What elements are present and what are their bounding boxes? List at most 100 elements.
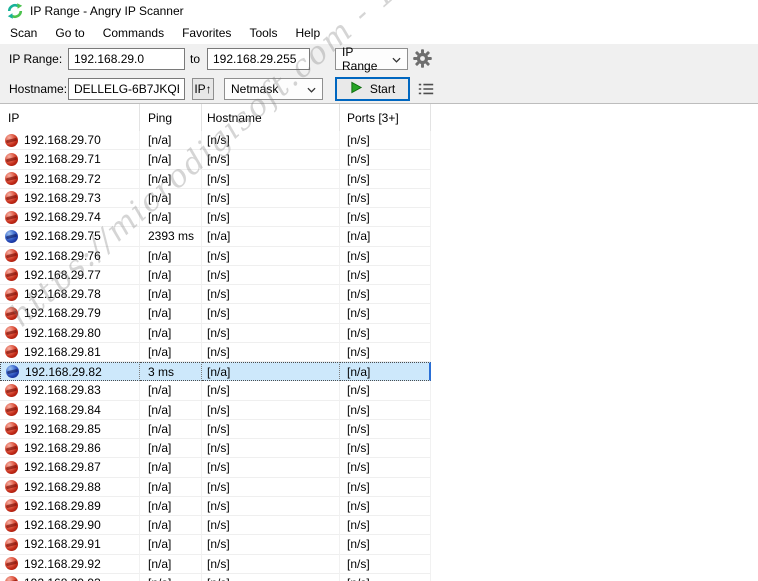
table-row[interactable]: 192.168.29.85 [n/a] [n/s] [n/s]	[0, 419, 758, 439]
table-row[interactable]: 192.168.29.75 2393 ms [n/a] [n/a]	[0, 227, 758, 247]
table-row[interactable]: 192.168.29.87 [n/a] [n/s] [n/s]	[0, 458, 758, 478]
ping-cell: 2393 ms	[140, 227, 202, 247]
table-row[interactable]: 192.168.29.89 [n/a] [n/s] [n/s]	[0, 496, 758, 516]
ip-cell: 192.168.29.89	[24, 498, 101, 513]
hostname-cell: [n/s]	[202, 477, 340, 497]
host-status-orb-icon	[5, 306, 18, 320]
ip-from-input[interactable]	[68, 48, 185, 70]
table-row[interactable]: 192.168.29.90 [n/a] [n/s] [n/s]	[0, 516, 758, 536]
ping-cell: [n/a]	[140, 554, 202, 574]
toolbar: IP Range: to IP Range	[0, 44, 758, 104]
preferences-gear-button[interactable]	[413, 49, 432, 68]
ports-cell: [n/s]	[340, 265, 431, 285]
fetchers-button[interactable]	[418, 82, 434, 96]
table-row[interactable]: 192.168.29.93 [n/a] [n/s] [n/s]	[0, 573, 758, 581]
menu-scan[interactable]: Scan	[1, 23, 46, 43]
start-button[interactable]: Start	[335, 77, 410, 101]
row-filler	[431, 247, 758, 266]
hostname-cell: [n/s]	[202, 169, 340, 189]
host-status-orb-icon	[6, 365, 19, 379]
table-row[interactable]: 192.168.29.70 [n/a] [n/s] [n/s]	[0, 131, 758, 151]
host-status-orb-icon	[5, 460, 18, 474]
table-row[interactable]: 192.168.29.71 [n/a] [n/s] [n/s]	[0, 150, 758, 170]
host-status-orb-icon	[5, 229, 18, 243]
ports-cell: [n/s]	[340, 169, 431, 189]
menu-goto[interactable]: Go to	[46, 23, 93, 43]
table-row[interactable]: 192.168.29.72 [n/a] [n/s] [n/s]	[0, 169, 758, 189]
column-header-hostname[interactable]: Hostname	[202, 104, 340, 131]
feeder-selected-value: IP Range	[342, 45, 378, 73]
ping-cell: [n/a]	[140, 131, 202, 151]
table-row[interactable]: 192.168.29.80 [n/a] [n/s] [n/s]	[0, 323, 758, 343]
menu-help[interactable]: Help	[286, 23, 329, 43]
row-filler	[431, 535, 758, 554]
ip-to-input[interactable]	[207, 48, 310, 70]
ip-cell: 192.168.29.70	[24, 133, 101, 148]
ports-cell: [n/s]	[340, 477, 431, 497]
ip-cell: 192.168.29.81	[24, 344, 101, 359]
menu-favorites[interactable]: Favorites	[173, 23, 240, 43]
menu-bar: Scan Go to Commands Favorites Tools Help	[0, 22, 758, 44]
ip-cell: 192.168.29.88	[24, 479, 101, 494]
ping-cell: [n/a]	[140, 573, 202, 581]
table-row[interactable]: 192.168.29.88 [n/a] [n/s] [n/s]	[0, 477, 758, 497]
hostname-input[interactable]	[68, 78, 185, 100]
table-row[interactable]: 192.168.29.76 [n/a] [n/s] [n/s]	[0, 246, 758, 266]
netmask-selected-value: Netmask	[231, 82, 279, 96]
row-filler	[431, 266, 758, 285]
host-status-orb-icon	[5, 326, 18, 340]
ip-cell: 192.168.29.73	[24, 190, 101, 205]
ip-cell: 192.168.29.93	[24, 576, 101, 581]
row-filler	[431, 555, 758, 574]
column-header-ports[interactable]: Ports [3+]	[340, 104, 431, 131]
ports-cell: [n/s]	[340, 285, 431, 305]
ip-cell: 192.168.29.80	[24, 325, 101, 340]
hostname-cell: [n/a]	[202, 227, 340, 247]
ports-cell: [n/a]	[340, 362, 431, 382]
table-row[interactable]: 192.168.29.83 [n/a] [n/s] [n/s]	[0, 381, 758, 401]
menu-commands[interactable]: Commands	[94, 23, 173, 43]
ping-cell: [n/a]	[140, 304, 202, 324]
netmask-select[interactable]: Netmask	[224, 78, 323, 100]
host-status-orb-icon	[5, 537, 18, 551]
table-row[interactable]: 192.168.29.86 [n/a] [n/s] [n/s]	[0, 439, 758, 459]
to-label: to	[190, 52, 201, 66]
table-row[interactable]: 192.168.29.78 [n/a] [n/s] [n/s]	[0, 285, 758, 305]
table-row[interactable]: 192.168.29.77 [n/a] [n/s] [n/s]	[0, 265, 758, 285]
ports-cell: [n/a]	[340, 227, 431, 247]
table-row[interactable]: 192.168.29.91 [n/a] [n/s] [n/s]	[0, 535, 758, 555]
column-header-ping[interactable]: Ping	[140, 104, 202, 131]
row-filler	[431, 497, 758, 516]
ports-cell: [n/s]	[340, 516, 431, 536]
table-row[interactable]: 192.168.29.73 [n/a] [n/s] [n/s]	[0, 188, 758, 208]
ping-cell: [n/a]	[140, 400, 202, 420]
row-filler	[431, 516, 758, 535]
hostname-cell: [n/s]	[202, 554, 340, 574]
table-row[interactable]: 192.168.29.81 [n/a] [n/s] [n/s]	[0, 342, 758, 362]
ip-up-button[interactable]: IP↑	[192, 78, 214, 100]
ping-cell: [n/a]	[140, 169, 202, 189]
table-row[interactable]: 192.168.29.82 3 ms [n/a] [n/a]	[0, 362, 758, 382]
ip-cell: 192.168.29.71	[24, 152, 101, 167]
table-row[interactable]: 192.168.29.74 [n/a] [n/s] [n/s]	[0, 208, 758, 228]
host-status-orb-icon	[5, 133, 18, 147]
ping-cell: [n/a]	[140, 419, 202, 439]
host-status-orb-icon	[5, 210, 18, 224]
ports-cell: [n/s]	[340, 496, 431, 516]
app-window: IP Range - Angry IP Scanner Scan Go to C…	[0, 0, 758, 581]
table-row[interactable]: 192.168.29.79 [n/a] [n/s] [n/s]	[0, 304, 758, 324]
table-row[interactable]: 192.168.29.92 [n/a] [n/s] [n/s]	[0, 554, 758, 574]
row-filler	[431, 381, 758, 400]
menu-tools[interactable]: Tools	[240, 23, 286, 43]
feeder-select[interactable]: IP Range	[335, 45, 408, 73]
host-status-orb-icon	[5, 249, 18, 263]
hostname-cell: [n/s]	[202, 439, 340, 459]
ip-cell: 192.168.29.72	[24, 171, 101, 186]
table-row[interactable]: 192.168.29.84 [n/a] [n/s] [n/s]	[0, 400, 758, 420]
table-header: IP Ping Hostname Ports [3+]	[0, 104, 758, 131]
hostname-cell: [n/s]	[202, 150, 340, 170]
hostname-cell: [n/s]	[202, 304, 340, 324]
row-filler	[431, 208, 758, 227]
column-header-ip[interactable]: IP	[0, 104, 140, 131]
ping-cell: [n/a]	[140, 381, 202, 401]
